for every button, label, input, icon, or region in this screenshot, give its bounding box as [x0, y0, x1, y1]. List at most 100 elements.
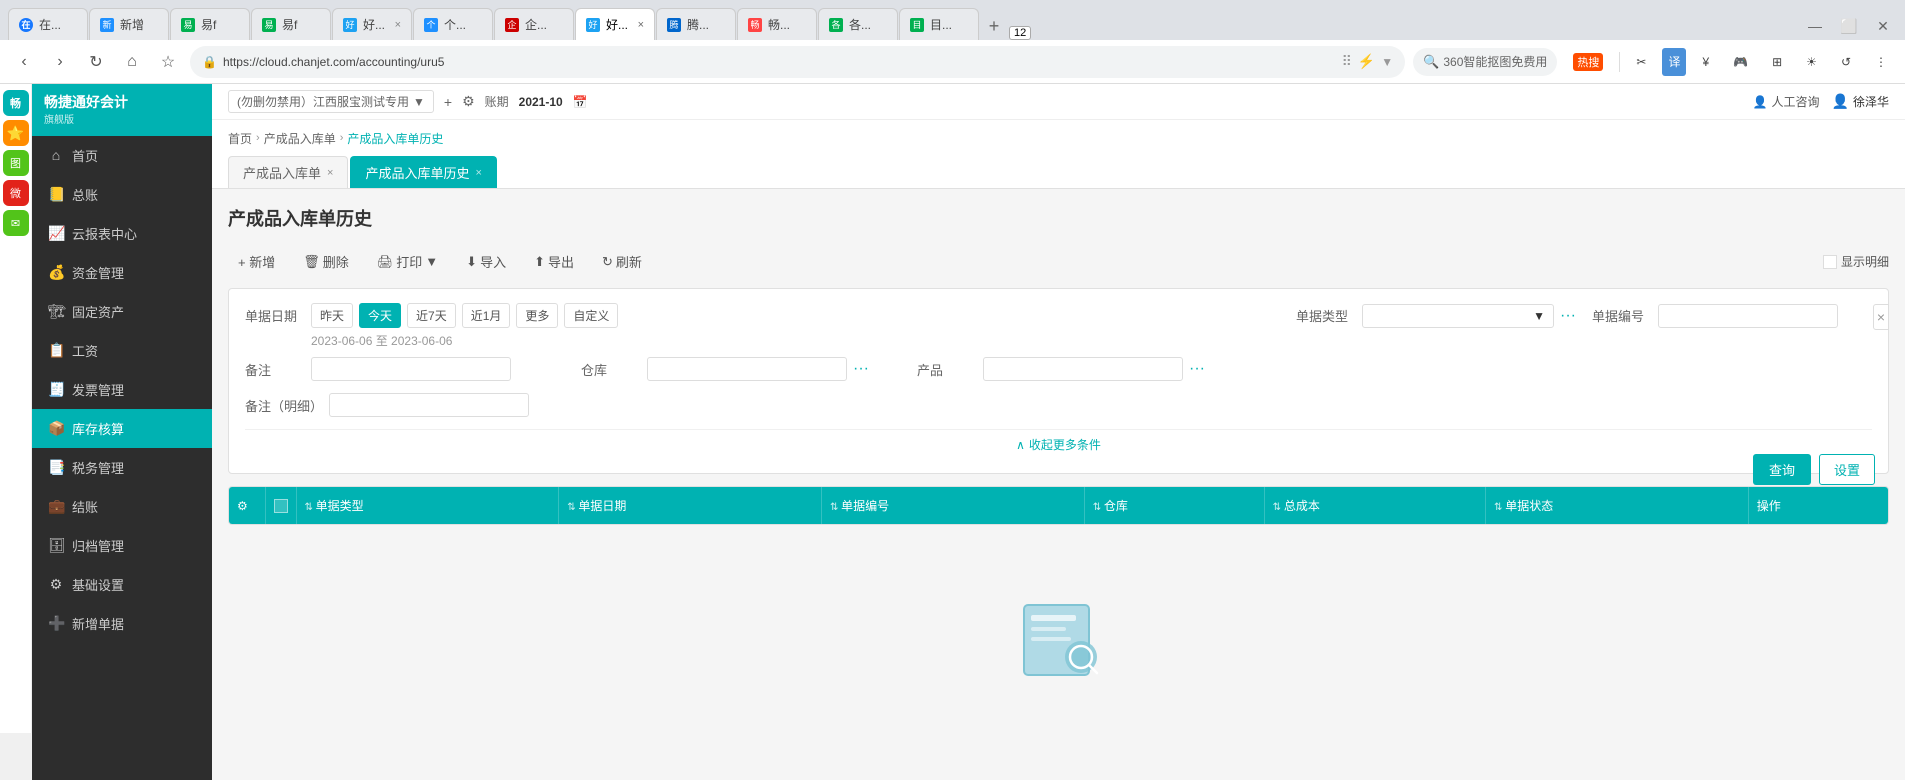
sidebar-item-home[interactable]: ⌂ 首页 — [32, 136, 212, 175]
app-icon-weibo[interactable]: 微 — [3, 180, 29, 206]
add-button[interactable]: + 新增 — [228, 247, 285, 276]
sidebar-item-fixed-assets[interactable]: 🏗 固定资产 — [32, 292, 212, 331]
app-icon-mail[interactable]: ✉ — [3, 210, 29, 236]
breadcrumb-home[interactable]: 首页 — [228, 130, 252, 147]
browser-tab-hao1[interactable]: 好 好... × — [332, 8, 412, 40]
sidebar-item-inventory[interactable]: 📦 库存核算 — [32, 409, 212, 448]
th-bill-no[interactable]: ⇅ 单据编号 — [821, 487, 1084, 524]
tab-bill-history[interactable]: 产成品入库单历史 × — [350, 156, 496, 188]
right-panel-close-button[interactable]: × — [1873, 304, 1889, 330]
bill-no-input[interactable] — [1658, 304, 1838, 328]
add-company-button[interactable]: + — [444, 94, 452, 110]
undo-btn[interactable]: ↺ — [1833, 48, 1859, 76]
search-box[interactable]: 🔍 360智能抠图免费用 — [1413, 48, 1557, 76]
export-button[interactable]: ⬆ 导出 — [524, 247, 584, 276]
sidebar-item-settle[interactable]: 💼 结账 — [32, 487, 212, 526]
refresh-browser-button[interactable]: ↻ — [82, 48, 110, 76]
browser-tab-enterprise[interactable]: 企 企... — [494, 8, 574, 40]
game-btn[interactable]: 🎮 — [1725, 48, 1756, 76]
calendar-icon[interactable]: 📅 — [573, 95, 588, 109]
browser-tab-new-bill[interactable]: 新 新增 — [89, 8, 169, 40]
th-total-cost[interactable]: ⇅ 总成本 — [1264, 487, 1485, 524]
settings-button[interactable]: 设置 — [1819, 454, 1875, 485]
browser-tab-active[interactable]: 好 好... × — [575, 8, 655, 40]
tab-bill-history-close-icon[interactable]: × — [475, 167, 481, 179]
app-icon-chart[interactable]: 图 — [3, 150, 29, 176]
warehouse-dots[interactable]: ··· — [853, 360, 869, 378]
breadcrumb-bill-list[interactable]: 产成品入库单 — [264, 130, 336, 147]
tab-close-icon[interactable]: × — [395, 19, 401, 31]
tab-bill-list[interactable]: 产成品入库单 × — [228, 156, 348, 188]
browser-tab-tencent[interactable]: 腾 腾... — [656, 8, 736, 40]
th-gear[interactable]: ⚙ — [229, 487, 265, 524]
app-icon-changjie[interactable]: 畅 — [3, 90, 29, 116]
last1month-btn[interactable]: 近1月 — [462, 303, 511, 328]
company-settings-icon[interactable]: ⚙ — [462, 93, 475, 110]
theme-btn[interactable]: ☀ — [1798, 48, 1825, 76]
minimize-button[interactable]: — — [1801, 12, 1829, 40]
print-button[interactable]: 🖨 打印 ▼ — [367, 247, 448, 276]
hot-search-btn[interactable]: 热搜 — [1565, 48, 1611, 76]
th-bill-type[interactable]: ⇅ 单据类型 — [296, 487, 559, 524]
display-detail-checkbox[interactable] — [1823, 255, 1837, 269]
product-input[interactable] — [983, 357, 1183, 381]
bill-type-dots[interactable]: ··· — [1560, 307, 1576, 325]
th-warehouse[interactable]: ⇅ 仓库 — [1084, 487, 1264, 524]
refresh-data-button[interactable]: ↻ 刷新 — [592, 247, 652, 276]
sidebar-item-new-entry[interactable]: ➕ 新增单据 — [32, 604, 212, 643]
sidebar-item-tax[interactable]: 📑 税务管理 — [32, 448, 212, 487]
browser-tab-personal[interactable]: 个 个... — [413, 8, 493, 40]
sidebar-item-cash[interactable]: 💰 资金管理 — [32, 253, 212, 292]
close-window-button[interactable]: ✕ — [1869, 12, 1897, 40]
translate-btn[interactable]: 译 — [1662, 48, 1686, 76]
apps-grid-btn[interactable]: ⊞ — [1764, 48, 1790, 76]
app-icon-star[interactable]: ⭐ — [3, 120, 29, 146]
collapse-button[interactable]: ∧ 收起更多条件 — [1016, 436, 1101, 453]
browser-tab-each[interactable]: 各 各... — [818, 8, 898, 40]
yesterday-btn[interactable]: 昨天 — [311, 303, 353, 328]
home-browser-button[interactable]: ⌂ — [118, 48, 146, 76]
remark-input[interactable] — [311, 357, 511, 381]
today-btn[interactable]: 今天 — [359, 303, 401, 328]
display-detail-toggle[interactable]: 显示明细 — [1823, 253, 1889, 270]
active-tab-close-icon[interactable]: × — [638, 19, 644, 31]
th-checkbox[interactable] — [265, 487, 296, 524]
warehouse-input[interactable] — [647, 357, 847, 381]
custom-date-btn[interactable]: 自定义 — [564, 303, 618, 328]
sidebar-item-ledger[interactable]: 📒 总账 — [32, 175, 212, 214]
product-dots[interactable]: ··· — [1189, 360, 1205, 378]
currency-btn[interactable]: ¥ — [1694, 48, 1717, 76]
customer-service-btn[interactable]: 👤 人工咨询 — [1753, 93, 1820, 110]
more-btn[interactable]: ⋮ — [1867, 48, 1895, 76]
browser-tab-easyf1[interactable]: 易 易f — [170, 8, 250, 40]
query-button[interactable]: 查询 — [1753, 454, 1811, 485]
sidebar-item-invoice[interactable]: 🧾 发票管理 — [32, 370, 212, 409]
bill-type-select[interactable]: ▼ — [1362, 304, 1554, 328]
more-date-btn[interactable]: 更多 — [516, 303, 558, 328]
tab-bill-list-close-icon[interactable]: × — [327, 167, 333, 179]
breadcrumb-bill-history[interactable]: 产成品入库单历史 — [347, 130, 443, 147]
th-status[interactable]: ⇅ 单据状态 — [1486, 487, 1749, 524]
back-button[interactable]: ‹ — [10, 48, 38, 76]
import-button[interactable]: ⬇ 导入 — [456, 247, 516, 276]
detail-remark-input[interactable] — [329, 393, 529, 417]
sidebar-item-report[interactable]: 📈 云报表中心 — [32, 214, 212, 253]
delete-button[interactable]: 🗑 删除 — [293, 247, 359, 276]
th-bill-date[interactable]: ⇅ 单据日期 — [559, 487, 822, 524]
browser-tab-easyf2[interactable]: 易 易f — [251, 8, 331, 40]
user-avatar[interactable]: 👤 徐泽华 — [1832, 93, 1889, 110]
select-all-checkbox[interactable] — [274, 499, 288, 513]
maximize-button[interactable]: ⬜ — [1835, 12, 1863, 40]
browser-tab-changjie[interactable]: 畅 畅... — [737, 8, 817, 40]
print-dropdown-icon[interactable]: ▼ — [425, 254, 438, 269]
bookmark-button[interactable]: ☆ — [154, 48, 182, 76]
sidebar-item-payroll[interactable]: 📋 工资 — [32, 331, 212, 370]
scissors-btn[interactable]: ✂ — [1628, 48, 1654, 76]
new-tab-button[interactable]: + — [980, 12, 1008, 40]
last7days-btn[interactable]: 近7天 — [407, 303, 456, 328]
browser-tab-item[interactable]: 目 目... — [899, 8, 979, 40]
sidebar-item-archive[interactable]: 🗄 归档管理 — [32, 526, 212, 565]
browser-tab-nav[interactable]: 在 在... — [8, 8, 88, 40]
address-bar[interactable]: 🔒 https://cloud.chanjet.com/accounting/u… — [190, 46, 1405, 78]
period-value[interactable]: 2021-10 — [519, 95, 563, 109]
